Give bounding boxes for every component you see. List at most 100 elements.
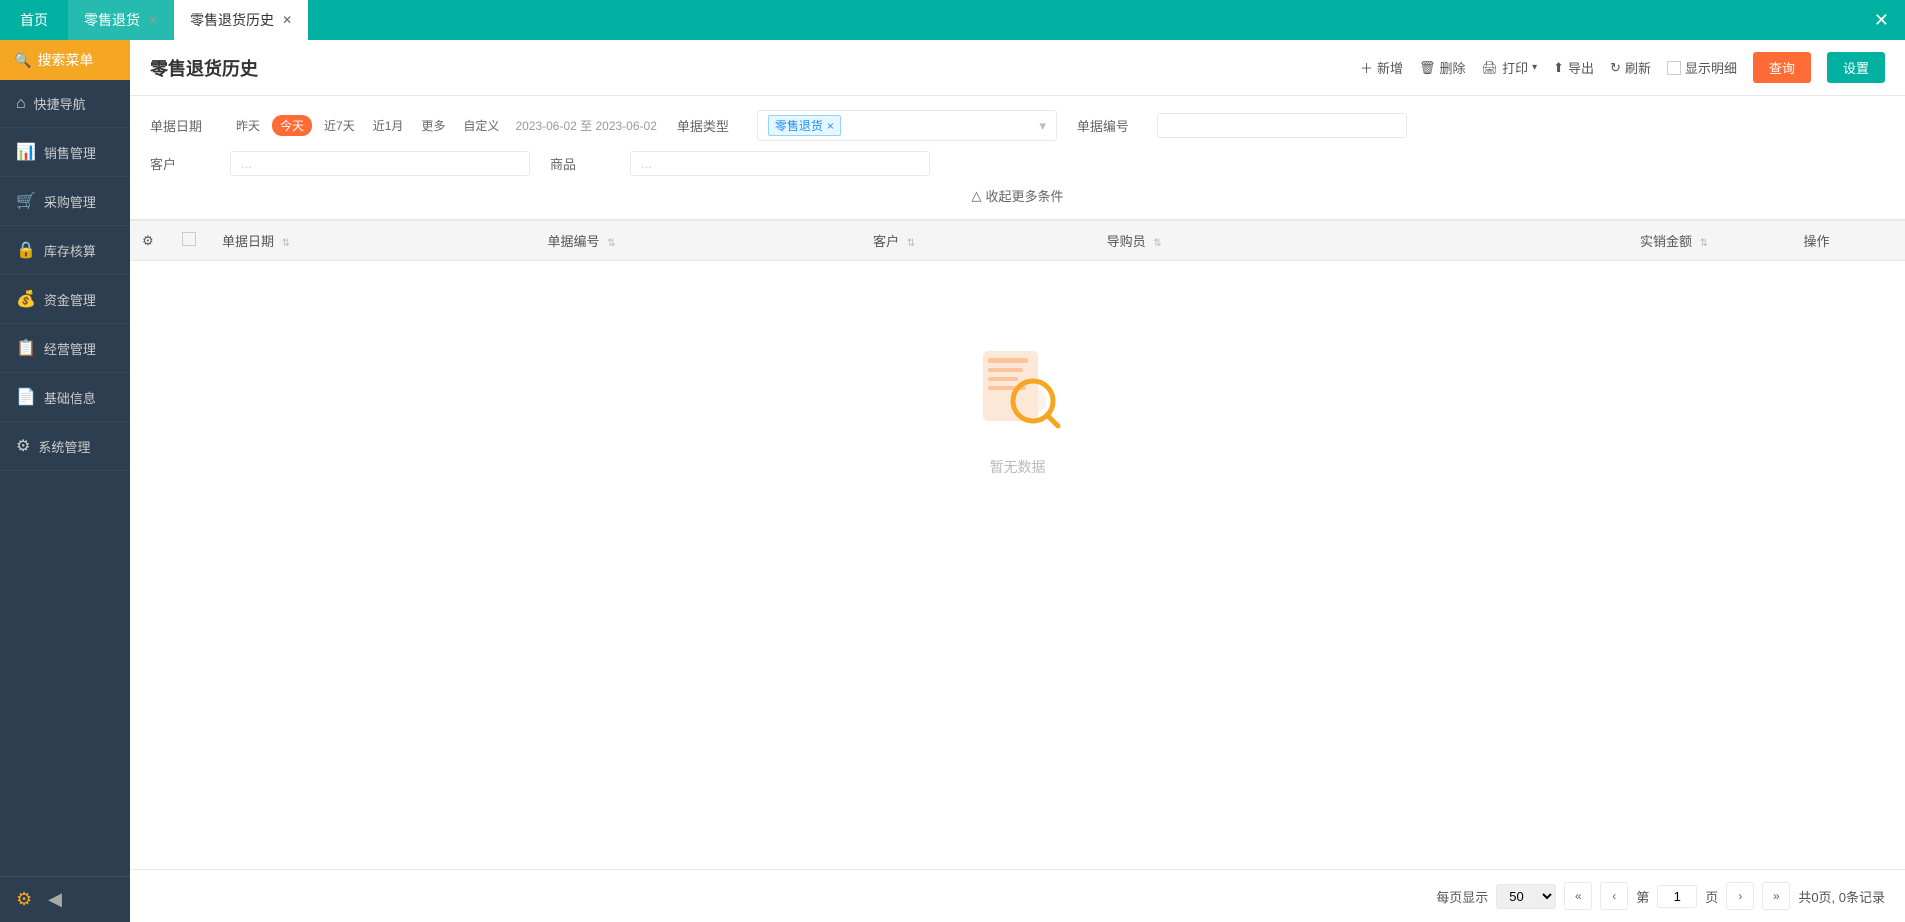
- sidebar-item-stock-calc[interactable]: 🔒 库存核算: [0, 226, 130, 275]
- sales-icon: 📊: [16, 142, 36, 162]
- print-icon: 🖨: [1482, 60, 1499, 76]
- date-filter-group: 昨天 今天 近7天 近1月 更多 自定义 2023-06-02 至 2023-0…: [230, 115, 657, 136]
- delete-button[interactable]: 🗑 删除: [1419, 58, 1466, 77]
- display-toggle[interactable]: 显示明细: [1667, 58, 1737, 77]
- sidebar-item-purchase-mgmt[interactable]: 🛒 采购管理: [0, 177, 130, 226]
- refresh-icon: ↻: [1610, 60, 1621, 76]
- add-button[interactable]: ＋ 新增: [1360, 58, 1403, 77]
- filter-row-1: 单据日期 昨天 今天 近7天 近1月 更多 自定义 2023-06-02 至 2…: [150, 110, 1885, 141]
- sidebar-item-basic-info-label: 基础信息: [44, 388, 96, 407]
- refresh-label: 刷新: [1625, 58, 1651, 77]
- delete-icon: 🗑: [1419, 60, 1436, 76]
- table-header-settings[interactable]: ⚙: [130, 221, 170, 261]
- goods-placeholder: ...: [641, 156, 652, 171]
- add-label: 新增: [1377, 58, 1403, 77]
- page-size-select[interactable]: 10 20 50 100: [1496, 884, 1556, 909]
- tab-retail-return-history-label: 零售退货历史: [190, 10, 274, 30]
- table-header-date-label: 单据日期: [222, 234, 274, 249]
- tab-retail-return-history[interactable]: 零售退货历史 ✕: [174, 0, 308, 40]
- tab-retail-return[interactable]: 零售退货 ✕: [68, 0, 174, 40]
- goods-select[interactable]: ...: [630, 151, 930, 176]
- date-btn-yesterday[interactable]: 昨天: [230, 115, 266, 136]
- page-prefix: 第: [1636, 887, 1649, 906]
- total-info: 共0页, 0条记录: [1798, 887, 1885, 906]
- page-size-label: 每页显示: [1436, 887, 1488, 906]
- export-button[interactable]: ⬆ 导出: [1553, 58, 1594, 77]
- bill-number-label: 单据编号: [1077, 116, 1137, 135]
- sidebar-item-basic-info[interactable]: 📄 基础信息: [0, 373, 130, 422]
- table-header-date[interactable]: 单据日期 ⇅: [210, 221, 536, 261]
- table-select-all-checkbox[interactable]: [182, 232, 196, 246]
- query-button[interactable]: 查询: [1753, 52, 1811, 83]
- amount-sort-icon: ⇅: [1700, 238, 1708, 249]
- tab-retail-return-close[interactable]: ✕: [148, 13, 158, 27]
- home-icon: ⌂: [16, 95, 26, 113]
- print-label: 打印: [1502, 58, 1528, 77]
- page-header: 零售退货历史 ＋ 新增 🗑 删除 🖨 打印 ▾ ⬆ 导出: [130, 40, 1905, 96]
- tab-retail-return-history-close[interactable]: ✕: [282, 13, 292, 27]
- window-close-button[interactable]: ✕: [1858, 10, 1905, 31]
- sidebar-item-capital-mgmt-label: 资金管理: [44, 290, 96, 309]
- prev-page-button[interactable]: ‹: [1600, 882, 1628, 910]
- sidebar-item-quick-nav[interactable]: ⌂ 快捷导航: [0, 80, 130, 128]
- header-actions: ＋ 新增 🗑 删除 🖨 打印 ▾ ⬆ 导出 ↻ 刷新: [1360, 52, 1885, 83]
- customer-select[interactable]: ...: [230, 151, 530, 176]
- delete-label: 删除: [1440, 58, 1466, 77]
- table-header-bill-no[interactable]: 单据编号 ⇅: [536, 221, 862, 261]
- date-btn-custom[interactable]: 自定义: [457, 115, 505, 136]
- table-body: 暂无数据: [130, 261, 1905, 558]
- pagination: 每页显示 10 20 50 100 « ‹ 第 页 › » 共0页, 0条记录: [130, 869, 1905, 922]
- first-page-button[interactable]: «: [1564, 882, 1592, 910]
- table-header-action-label: 操作: [1804, 234, 1830, 249]
- table-header: ⚙ 单据日期 ⇅ 单据编号 ⇅: [130, 221, 1905, 261]
- table-area: ⚙ 单据日期 ⇅ 单据编号 ⇅: [130, 220, 1905, 869]
- last-page-button[interactable]: »: [1762, 882, 1790, 910]
- search-icon: 🔍: [14, 52, 31, 69]
- empty-text: 暂无数据: [990, 457, 1046, 477]
- next-page-button[interactable]: ›: [1726, 882, 1754, 910]
- settings-icon[interactable]: ⚙: [16, 889, 32, 910]
- sidebar-bottom: ⚙ ◀: [0, 876, 130, 922]
- table-header-amount-label: 实销金额: [1640, 234, 1692, 249]
- bill-type-dropdown-icon: ▾: [1039, 118, 1046, 134]
- sidebar-item-sales-mgmt[interactable]: 📊 销售管理: [0, 128, 130, 177]
- page-number-input[interactable]: [1657, 885, 1697, 908]
- collapse-sidebar-icon[interactable]: ◀: [48, 889, 62, 910]
- print-chevron-icon: ▾: [1532, 62, 1537, 73]
- table-header-checkbox[interactable]: [170, 221, 210, 261]
- display-checkbox[interactable]: [1667, 61, 1681, 75]
- table-header-amount[interactable]: 实销金额 ⇅: [1374, 221, 1728, 261]
- print-button[interactable]: 🖨 打印 ▾: [1482, 58, 1538, 77]
- sidebar-search[interactable]: 🔍 搜索菜单: [0, 40, 130, 80]
- collapse-label: 收起更多条件: [985, 186, 1063, 205]
- sidebar-item-capital-mgmt[interactable]: 💰 资金管理: [0, 275, 130, 324]
- date-btn-today[interactable]: 今天: [272, 115, 312, 136]
- table-header-guide[interactable]: 导购员 ⇅: [1095, 221, 1375, 261]
- date-filter-label: 单据日期: [150, 116, 210, 135]
- data-table: ⚙ 单据日期 ⇅ 单据编号 ⇅: [130, 220, 1905, 557]
- sidebar-item-system-mgmt[interactable]: ⚙ 系统管理: [0, 422, 130, 471]
- settings-button[interactable]: 设置: [1827, 52, 1885, 83]
- goods-filter-label: 商品: [550, 154, 610, 173]
- bill-number-input[interactable]: [1157, 113, 1407, 138]
- tab-retail-return-label: 零售退货: [84, 10, 140, 30]
- content-area: 零售退货历史 ＋ 新增 🗑 删除 🖨 打印 ▾ ⬆ 导出: [130, 40, 1905, 922]
- bill-type-tag-text: 零售退货: [775, 117, 823, 134]
- column-settings-icon[interactable]: ⚙: [142, 233, 154, 248]
- top-bar: 首页 零售退货 ✕ 零售退货历史 ✕ ✕: [0, 0, 1905, 40]
- home-tab[interactable]: 首页: [0, 0, 68, 40]
- bill-type-tag-close[interactable]: ×: [827, 119, 834, 133]
- table-header-customer[interactable]: 客户 ⇅: [861, 221, 1095, 261]
- sidebar-item-operations-mgmt[interactable]: 📋 经营管理: [0, 324, 130, 373]
- display-toggle-label: 显示明细: [1685, 58, 1737, 77]
- operations-icon: 📋: [16, 338, 36, 358]
- refresh-button[interactable]: ↻ 刷新: [1610, 58, 1651, 77]
- date-btn-7days[interactable]: 近7天: [318, 115, 361, 136]
- table-header-action: 操作: [1728, 221, 1905, 261]
- date-btn-1month[interactable]: 近1月: [367, 115, 410, 136]
- bill-type-select[interactable]: 零售退货 × ▾: [757, 110, 1057, 141]
- collapse-button[interactable]: △ 收起更多条件: [971, 186, 1063, 205]
- add-icon: ＋: [1360, 58, 1373, 77]
- sidebar-item-operations-mgmt-label: 经营管理: [44, 339, 96, 358]
- date-btn-more[interactable]: 更多: [415, 115, 451, 136]
